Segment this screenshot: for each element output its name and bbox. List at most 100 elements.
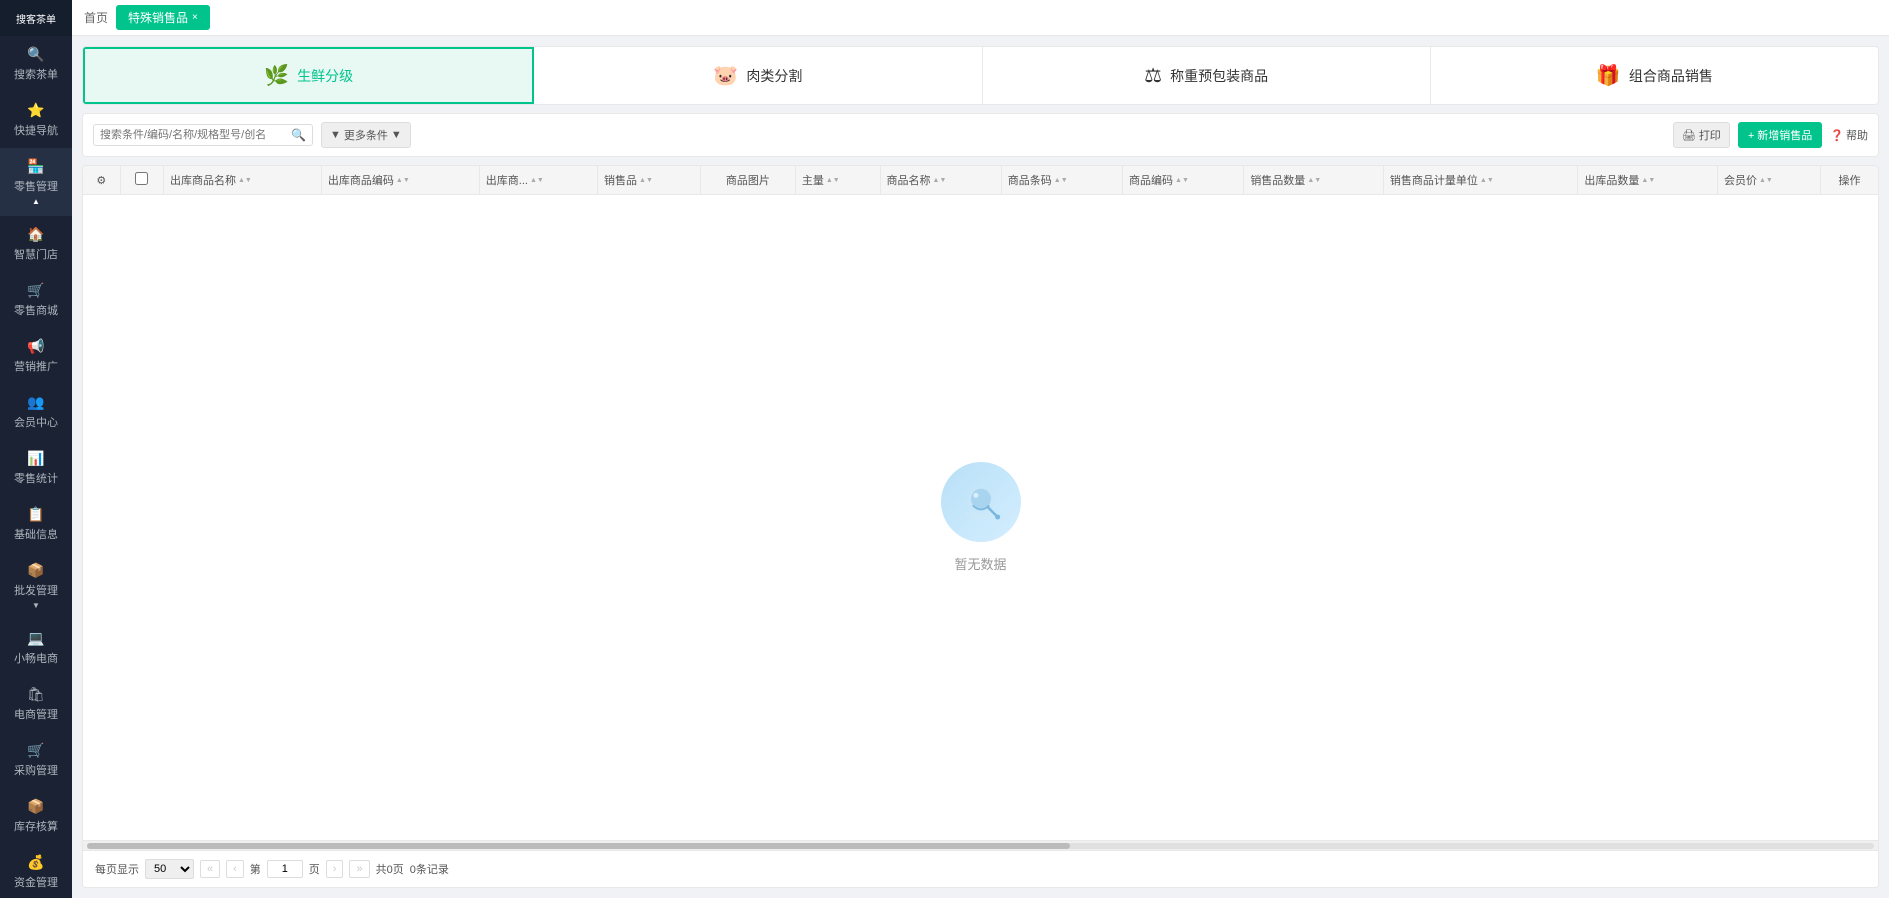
cart-icon: 🛒 [27, 282, 44, 299]
th-productname[interactable]: 商品名称 ▲▼ [880, 166, 1001, 195]
filter-label: 更多条件 [344, 127, 388, 143]
sort-arrows-productcode: ▲▼ [1175, 177, 1189, 184]
total-records-label: 0条记录 [410, 861, 449, 877]
inventory-icon: 📦 [27, 798, 44, 815]
next-page-button[interactable]: › [326, 860, 344, 878]
sidebar-item-smartstore[interactable]: 🏠 智慧门店 [0, 216, 72, 272]
combo-label: 组合商品销售 [1629, 66, 1713, 86]
filter-arrow-icon: ▼ [391, 129, 402, 141]
sidebar-item-member[interactable]: 👥 会员中心 [0, 384, 72, 440]
retail-icon: 🏪 [27, 158, 44, 175]
stats-icon: 📊 [27, 450, 44, 467]
th-productname-label: 商品名称 [887, 172, 931, 188]
wholesale-icon: 📦 [27, 562, 44, 579]
fresh-label: 生鲜分级 [297, 66, 353, 86]
purchase-icon: 🛒 [27, 742, 44, 759]
last-page-button[interactable]: » [349, 860, 369, 878]
empty-text: 暂无数据 [954, 554, 1006, 573]
sidebar-item-estore[interactable]: 🛒 零售商城 [0, 272, 72, 328]
cat-tab-fresh[interactable]: 🌿 生鲜分级 [83, 47, 534, 104]
th-barcode[interactable]: 商品条码 ▲▼ [1001, 166, 1122, 195]
th-outcode-label: 出库商品编码 [328, 172, 394, 188]
add-label: + 新增销售品 [1748, 127, 1812, 143]
prev-page-button[interactable]: ‹ [226, 860, 244, 878]
sort-arrows-saleitem: ▲▼ [639, 177, 653, 184]
filter-button[interactable]: ▼ 更多条件 ▼ [321, 122, 411, 148]
category-tabs: 🌿 生鲜分级 🐷 肉类分割 ⚖ 称重预包装商品 🎁 组合商品销售 [82, 46, 1879, 105]
sidebar-item-basic-info[interactable]: 📋 基础信息 [0, 496, 72, 552]
store-icon: 🏠 [27, 226, 44, 243]
combo-icon: 🎁 [1596, 63, 1621, 88]
scrollbar-thumb[interactable] [87, 843, 1070, 849]
horizontal-scrollbar[interactable] [83, 840, 1878, 850]
add-button[interactable]: + 新增销售品 [1738, 122, 1822, 148]
sidebar-item-wholesale[interactable]: 📦 批发管理 ▼ [0, 552, 72, 620]
meat-icon: 🐷 [713, 63, 738, 88]
sort-arrows-barcode: ▲▼ [1054, 177, 1068, 184]
per-page-select[interactable]: 50 10 20 100 [145, 859, 194, 879]
sort-arrows-outcode: ▲▼ [396, 177, 410, 184]
sidebar-item-inventory[interactable]: 📦 库存核算 [0, 788, 72, 844]
th-outname-label: 出库商品名称 [170, 172, 236, 188]
active-tab[interactable]: 特殊销售品 × [116, 5, 210, 30]
empty-icon [941, 462, 1021, 542]
cat-tab-meat[interactable]: 🐷 肉类分割 [534, 47, 982, 104]
sort-arrows-saleunit: ▲▼ [1480, 177, 1494, 184]
home-link[interactable]: 首页 [84, 9, 108, 26]
scrollbar-track [87, 843, 1874, 849]
th-outcode[interactable]: 出库商品编码 ▲▼ [321, 166, 479, 195]
sort-arrows-outname: ▲▼ [238, 177, 252, 184]
th-image: 商品图片 [700, 166, 795, 195]
first-page-button[interactable]: « [200, 860, 220, 878]
th-outqty[interactable]: 出库品数量 ▲▼ [1578, 166, 1718, 195]
print-button[interactable]: 🖨 打印 [1673, 122, 1730, 148]
sidebar-item-ecommerce-mgmt[interactable]: 🛍 电商管理 [0, 676, 72, 732]
help-button[interactable]: ❓ 帮助 [1830, 127, 1868, 143]
th-saleitem[interactable]: 销售品 ▲▼ [598, 166, 701, 195]
cat-tab-weigh[interactable]: ⚖ 称重预包装商品 [983, 47, 1431, 104]
data-table: ⚙ 出库商品名称 ▲▼ 出库商品编码 ▲▼ [82, 165, 1879, 888]
page-number-input[interactable] [267, 860, 303, 878]
th-action: 操作 [1820, 166, 1878, 195]
tab-close-button[interactable]: × [192, 12, 198, 23]
sidebar-item-quicknav[interactable]: ⭐ 快捷导航 [0, 92, 72, 148]
th-mainunit[interactable]: 主量 ▲▼ [795, 166, 880, 195]
sort-arrows-saleqty: ▲▼ [1307, 177, 1321, 184]
select-all-checkbox[interactable] [135, 172, 148, 185]
th-memberprice[interactable]: 会员价 ▲▼ [1717, 166, 1820, 195]
search-box[interactable]: 🔍 [93, 124, 313, 146]
fresh-icon: 🌿 [264, 63, 289, 88]
th-productcode[interactable]: 商品编码 ▲▼ [1123, 166, 1244, 195]
th-saleunit[interactable]: 销售商品计量单位 ▲▼ [1383, 166, 1578, 195]
info-icon: 📋 [27, 506, 44, 523]
search-input[interactable] [100, 129, 287, 141]
per-page-label: 每页显示 [95, 861, 139, 877]
product-table: ⚙ 出库商品名称 ▲▼ 出库商品编码 ▲▼ [83, 166, 1878, 195]
th-outspec[interactable]: 出库商... ▲▼ [479, 166, 597, 195]
sidebar-item-retail[interactable]: 🏪 零售管理 ▲ [0, 148, 72, 216]
content-area: 🌿 生鲜分级 🐷 肉类分割 ⚖ 称重预包装商品 🎁 组合商品销售 🔍 [72, 36, 1889, 898]
star-icon: ⭐ [27, 102, 44, 119]
page-suffix: 页 [309, 861, 320, 877]
th-checkbox[interactable] [120, 166, 163, 195]
sidebar-item-finance[interactable]: 💰 资金管理 [0, 844, 72, 898]
th-outqty-label: 出库品数量 [1584, 172, 1639, 188]
cat-tab-combo[interactable]: 🎁 组合商品销售 [1431, 47, 1878, 104]
sidebar-item-ecommerce[interactable]: 💻 小畅电商 [0, 620, 72, 676]
table-header-row: ⚙ 出库商品名称 ▲▼ 出库商品编码 ▲▼ [83, 166, 1878, 195]
th-saleqty[interactable]: 销售品数量 ▲▼ [1244, 166, 1384, 195]
th-settings[interactable]: ⚙ [83, 166, 120, 195]
member-icon: 👥 [27, 394, 44, 411]
th-barcode-label: 商品条码 [1008, 172, 1052, 188]
sidebar-item-search[interactable]: 🔍 搜索茶单 [0, 36, 72, 92]
th-saleqty-label: 销售品数量 [1250, 172, 1305, 188]
sidebar-item-retail-stats[interactable]: 📊 零售统计 [0, 440, 72, 496]
sidebar-item-purchase[interactable]: 🛒 采购管理 [0, 732, 72, 788]
print-label: 打印 [1699, 127, 1721, 143]
sidebar-item-marketing[interactable]: 📢 营销推广 [0, 328, 72, 384]
search-icon: 🔍 [27, 46, 44, 63]
th-outname[interactable]: 出库商品名称 ▲▼ [164, 166, 322, 195]
filter-icon: ▼ [330, 129, 341, 141]
tab-label: 特殊销售品 [128, 9, 188, 26]
weigh-icon: ⚖ [1144, 63, 1162, 88]
